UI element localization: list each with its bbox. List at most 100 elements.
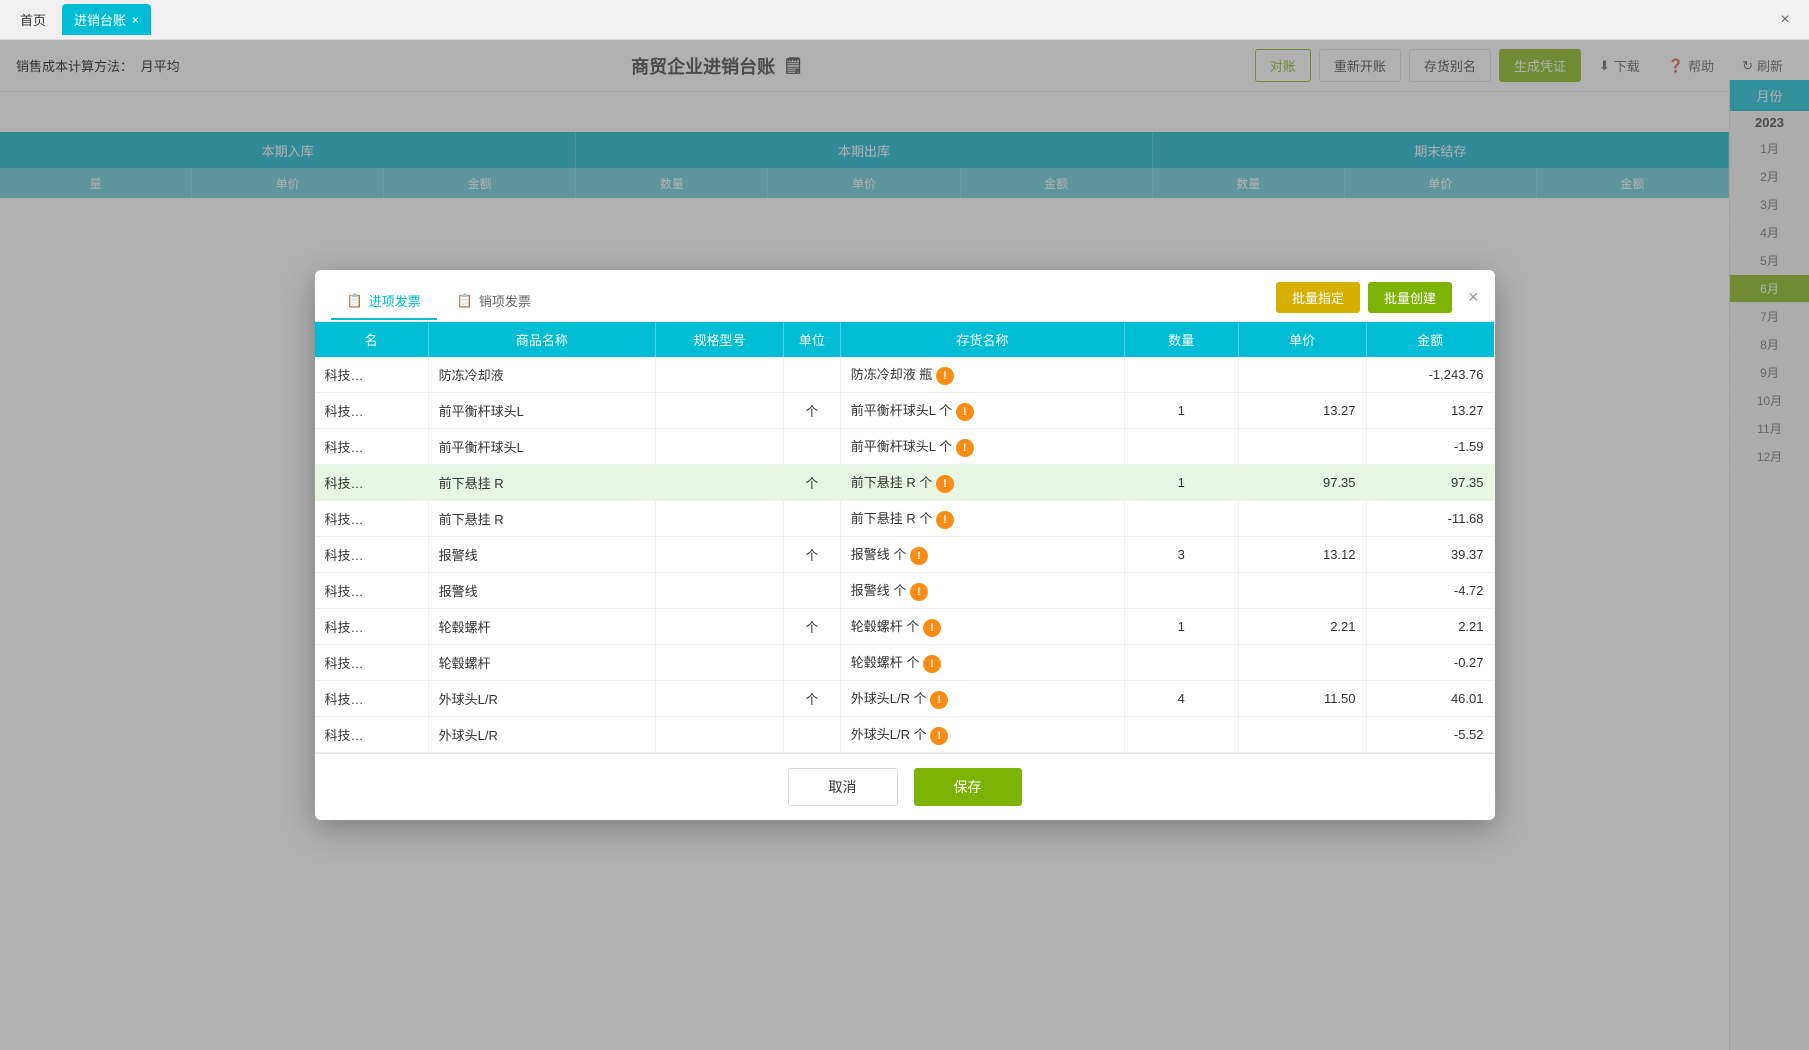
tab-incoming-invoice[interactable]: 📋 进项发票 [331,283,437,320]
active-tab[interactable]: 进销台账 × [62,4,151,35]
batch-assign-button[interactable]: 批量指定 [1276,282,1360,313]
outgoing-invoice-icon: 📋 [457,293,473,309]
cell-quantity [1124,357,1238,393]
cell-name: 科技… [315,465,429,501]
cell-inventory: 前平衡杆球头L 个 ! [840,429,1124,465]
modal-action-buttons: 批量指定 批量创建 [1276,282,1452,321]
cell-product: 前平衡杆球头L [428,429,655,465]
invoice-table: 名 商品名称 规格型号 单位 存货名称 数量 单价 金额 科技… 防冻冷却液 防… [315,322,1495,753]
cell-price: 97.35 [1238,465,1366,501]
cell-quantity: 1 [1124,465,1238,501]
cell-spec [656,357,784,393]
table-row: 科技… 前平衡杆球头L 个 前平衡杆球头L 个 ! 1 13.27 13.27 [315,393,1495,429]
warning-icon: ! [910,547,928,565]
table-row: 科技… 前下悬挂 R 前下悬挂 R 个 ! -11.68 [315,501,1495,537]
cell-inventory: 报警线 个 ! [840,573,1124,609]
cell-name: 科技… [315,573,429,609]
cell-amount: -1.59 [1366,429,1494,465]
cell-unit: 个 [783,465,840,501]
save-button[interactable]: 保存 [914,768,1022,806]
cell-inventory: 防冻冷却液 瓶 ! [840,357,1124,393]
cell-unit: 个 [783,537,840,573]
cell-inventory: 轮毂螺杆 个 ! [840,645,1124,681]
modal-dialog: 📋 进项发票 📋 销项发票 批量指定 批量创建 × [315,270,1495,820]
warning-icon: ! [936,367,954,385]
cell-spec [656,573,784,609]
cell-name: 科技… [315,681,429,717]
cell-product: 报警线 [428,537,655,573]
col-header-amount: 金额 [1366,322,1494,357]
cell-name: 科技… [315,429,429,465]
cell-amount: -1,243.76 [1366,357,1494,393]
cell-name: 科技… [315,609,429,645]
cell-unit: 个 [783,681,840,717]
modal-close-button[interactable]: × [1468,287,1479,316]
cell-quantity: 1 [1124,609,1238,645]
col-header-unit: 单位 [783,322,840,357]
cell-price [1238,645,1366,681]
batch-create-button[interactable]: 批量创建 [1368,282,1452,313]
top-bar: 首页 进销台账 × × [0,0,1809,40]
cell-unit: 个 [783,393,840,429]
cell-price: 13.27 [1238,393,1366,429]
cell-spec [656,393,784,429]
modal-overlay: 📋 进项发票 📋 销项发票 批量指定 批量创建 × [0,40,1809,1050]
cell-inventory: 前下悬挂 R 个 ! [840,501,1124,537]
warning-icon: ! [923,655,941,673]
modal-header: 📋 进项发票 📋 销项发票 批量指定 批量创建 × [315,270,1495,322]
warning-icon: ! [956,439,974,457]
table-row: 科技… 前平衡杆球头L 前平衡杆球头L 个 ! -1.59 [315,429,1495,465]
warning-icon: ! [936,475,954,493]
cell-name: 科技… [315,357,429,393]
cancel-button[interactable]: 取消 [788,768,898,806]
table-header-row: 名 商品名称 规格型号 单位 存货名称 数量 单价 金额 [315,322,1495,357]
warning-icon: ! [930,691,948,709]
tab-outgoing-invoice[interactable]: 📋 销项发票 [441,283,547,320]
cell-product: 前平衡杆球头L [428,393,655,429]
cell-amount: -0.27 [1366,645,1494,681]
cell-spec [656,609,784,645]
cell-spec [656,537,784,573]
cell-quantity [1124,645,1238,681]
cell-amount: 13.27 [1366,393,1494,429]
cell-quantity: 3 [1124,537,1238,573]
cell-unit [783,357,840,393]
cell-quantity [1124,429,1238,465]
cell-amount: 46.01 [1366,681,1494,717]
incoming-invoice-icon: 📋 [347,293,363,309]
cell-quantity [1124,717,1238,753]
cell-quantity [1124,501,1238,537]
cell-quantity: 4 [1124,681,1238,717]
warning-icon: ! [936,511,954,529]
cell-product: 外球头L/R [428,717,655,753]
cell-unit [783,429,840,465]
cell-inventory: 外球头L/R 个 ! [840,717,1124,753]
cell-product: 前下悬挂 R [428,465,655,501]
cell-unit [783,501,840,537]
warning-icon: ! [956,403,974,421]
cell-amount: 97.35 [1366,465,1494,501]
cell-inventory: 前下悬挂 R 个 ! [840,465,1124,501]
cell-spec [656,717,784,753]
cell-unit [783,717,840,753]
home-tab[interactable]: 首页 [8,4,58,35]
cell-spec [656,681,784,717]
cell-product: 轮毂螺杆 [428,609,655,645]
cell-product: 前下悬挂 R [428,501,655,537]
cell-spec [656,501,784,537]
cell-name: 科技… [315,501,429,537]
tab-close-icon[interactable]: × [132,13,139,27]
table-row: 科技… 前下悬挂 R 个 前下悬挂 R 个 ! 1 97.35 97.35 [315,465,1495,501]
cell-product: 外球头L/R [428,681,655,717]
cell-spec [656,645,784,681]
table-row: 科技… 外球头L/R 外球头L/R 个 ! -5.52 [315,717,1495,753]
cell-product: 防冻冷却液 [428,357,655,393]
cell-price [1238,357,1366,393]
col-header-spec: 规格型号 [656,322,784,357]
cell-unit [783,573,840,609]
cell-amount: -11.68 [1366,501,1494,537]
cell-price: 13.12 [1238,537,1366,573]
window-close-button[interactable]: × [1769,4,1801,36]
cell-quantity [1124,573,1238,609]
cell-name: 科技… [315,537,429,573]
